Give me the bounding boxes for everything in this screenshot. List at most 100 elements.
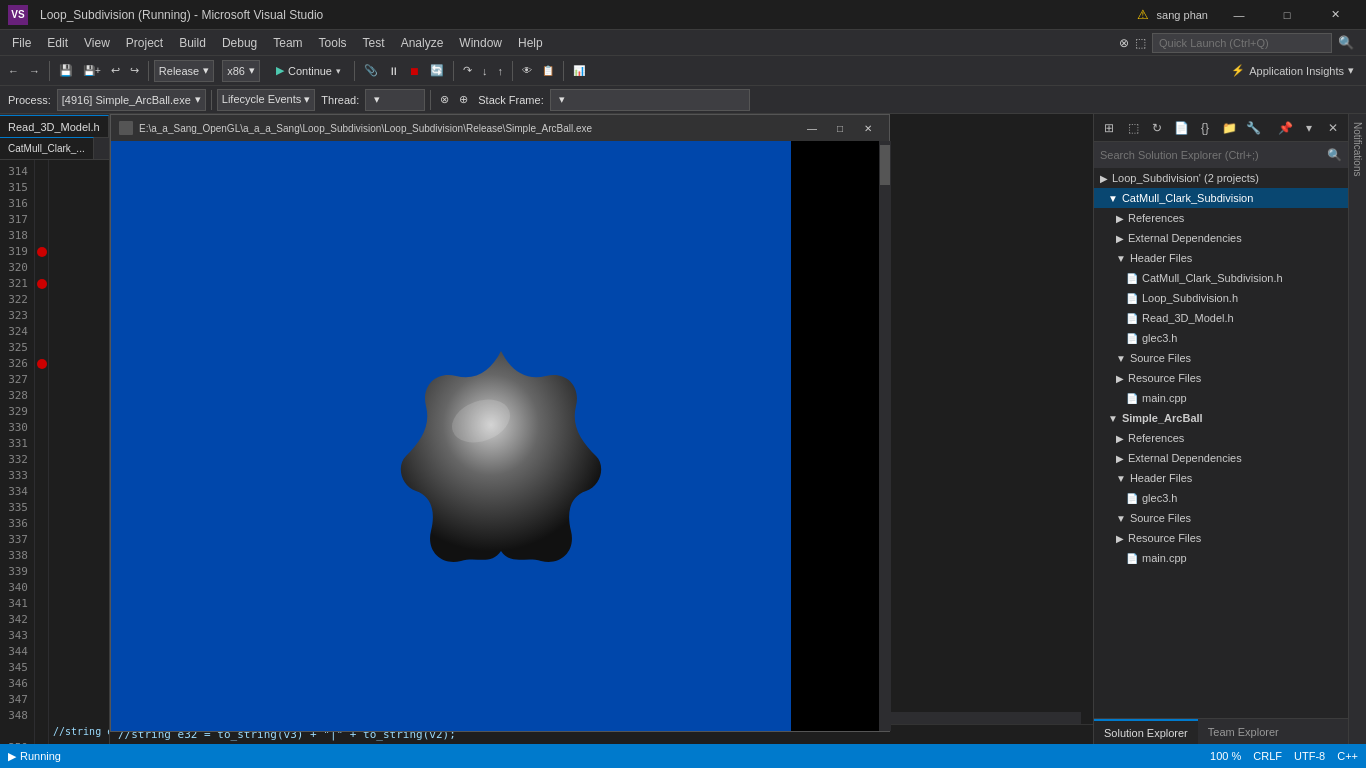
step-into-button[interactable]: ↓	[478, 59, 492, 83]
save-button[interactable]: 💾	[55, 59, 77, 83]
back-button[interactable]: ←	[4, 59, 23, 83]
se-main-cpp-2[interactable]: 📄 main.cpp	[1094, 548, 1348, 568]
minimize-button[interactable]: —	[1216, 0, 1262, 30]
se-resource-files-1[interactable]: ▶ Resource Files	[1094, 368, 1348, 388]
continue-label: Continue	[288, 65, 332, 77]
stop-button[interactable]: ⏹	[405, 59, 424, 83]
se-read3d-label: Read_3D_Model.h	[1142, 312, 1234, 324]
user-name[interactable]: sang phan	[1157, 9, 1208, 21]
se-panel-btn-4[interactable]: 📄	[1170, 117, 1192, 139]
se-references-2[interactable]: ▶ References	[1094, 428, 1348, 448]
canvas-scrollbar-thumb[interactable]	[880, 145, 890, 185]
se-references-1[interactable]: ▶ References	[1094, 208, 1348, 228]
menu-view[interactable]: View	[76, 30, 118, 56]
stack-frame-dropdown[interactable]: ▾	[550, 89, 750, 111]
se-panel-btn-5[interactable]: {}	[1194, 117, 1216, 139]
se-panel-btn-7[interactable]: 🔧	[1242, 117, 1264, 139]
se-source-files-2[interactable]: ▼ Source Files	[1094, 508, 1348, 528]
restart-button[interactable]: 🔄	[426, 59, 448, 83]
se-search-input[interactable]	[1094, 142, 1348, 168]
breakpoint-321	[35, 276, 48, 292]
menu-analyze[interactable]: Analyze	[393, 30, 452, 56]
se-ext-dep-1[interactable]: ▶ External Dependencies	[1094, 228, 1348, 248]
app-window-maximize[interactable]: □	[827, 118, 853, 138]
save-all-button[interactable]: 💾+	[79, 59, 105, 83]
se-catmull-h[interactable]: 📄 CatMull_Clark_Subdivision.h	[1094, 268, 1348, 288]
attach-button[interactable]: 📎	[360, 59, 382, 83]
se-panel-btn-2[interactable]: ⬚	[1122, 117, 1144, 139]
solution-explorer-tab[interactable]: Solution Explorer	[1094, 719, 1198, 745]
se-panel-close[interactable]: ✕	[1322, 117, 1344, 139]
se-main-cpp-1[interactable]: 📄 main.cpp	[1094, 388, 1348, 408]
menu-file[interactable]: File	[4, 30, 39, 56]
menu-team[interactable]: Team	[265, 30, 310, 56]
close-button[interactable]: ✕	[1312, 0, 1358, 30]
redo-button[interactable]: ↪	[126, 59, 143, 83]
menu-build[interactable]: Build	[171, 30, 214, 56]
team-explorer-tab[interactable]: Team Explorer	[1198, 719, 1289, 745]
locals-button[interactable]: 📋	[538, 59, 558, 83]
app-window[interactable]: E:\a_a_Sang_OpenGL\a_a_a_Sang\Loop_Subdi…	[110, 114, 890, 732]
menu-tools[interactable]: Tools	[311, 30, 355, 56]
filter-button[interactable]: ⊗	[436, 88, 453, 112]
se-panel-pin[interactable]: 📌	[1274, 117, 1296, 139]
se-panel-btn-1[interactable]: ⊞	[1098, 117, 1120, 139]
appinsights-button[interactable]: ⚡ Application Insights ▾	[1223, 59, 1362, 83]
se-glec3-h-2[interactable]: 📄 glec3.h	[1094, 488, 1348, 508]
se-header-files-2[interactable]: ▼ Header Files	[1094, 468, 1348, 488]
app-window-close[interactable]: ✕	[855, 118, 881, 138]
menu-edit[interactable]: Edit	[39, 30, 76, 56]
menu-help[interactable]: Help	[510, 30, 551, 56]
configuration-dropdown[interactable]: Release ▾	[154, 60, 214, 82]
se-panel-btn-3[interactable]: ↻	[1146, 117, 1168, 139]
status-zoom[interactable]: 100 %	[1210, 750, 1241, 762]
solution-explorer[interactable]: ▶ Loop_Subdivision' (2 projects) ▼ CatMu…	[1094, 168, 1348, 718]
se-resource-files-2[interactable]: ▶ Resource Files	[1094, 528, 1348, 548]
platform-dropdown[interactable]: x86 ▾	[222, 60, 260, 82]
status-left: ▶ Running	[8, 750, 61, 763]
step-over-button[interactable]: ↷	[459, 59, 476, 83]
se-root[interactable]: ▶ Loop_Subdivision' (2 projects)	[1094, 168, 1348, 188]
line-num-334: 334	[0, 484, 28, 500]
filter-icon: ⊗	[1119, 36, 1129, 50]
tab-catmull-clark[interactable]: CatMull_Clark_...	[0, 137, 94, 159]
menu-project[interactable]: Project	[118, 30, 171, 56]
se-panel-btn-6[interactable]: 📁	[1218, 117, 1240, 139]
menu-debug[interactable]: Debug	[214, 30, 265, 56]
notifications-label: Notifications	[1352, 122, 1363, 176]
forward-button[interactable]: →	[25, 59, 44, 83]
code-editor[interactable]: 314 315 316 317 318 319 320 321 322 323 …	[0, 160, 109, 744]
thread-filter-button[interactable]: ⊕	[455, 88, 472, 112]
se-read3d-h[interactable]: 📄 Read_3D_Model.h	[1094, 308, 1348, 328]
step-out-button[interactable]: ↑	[494, 59, 508, 83]
se-ext-dep-2[interactable]: ▶ External Dependencies	[1094, 448, 1348, 468]
quick-launch-input[interactable]	[1152, 33, 1332, 53]
pause-button[interactable]: ⏸	[384, 59, 403, 83]
se-glec3-h-1[interactable]: 📄 glec3.h	[1094, 328, 1348, 348]
process-dropdown[interactable]: [4916] Simple_ArcBall.exe ▾	[57, 89, 206, 111]
se-item-catmull[interactable]: ▼ CatMull_Clark_Subdivision	[1094, 188, 1348, 208]
se-panel-dropdown[interactable]: ▾	[1298, 117, 1320, 139]
menu-window[interactable]: Window	[451, 30, 510, 56]
se-source-files-1[interactable]: ▼ Source Files	[1094, 348, 1348, 368]
line-num-346: 346	[0, 676, 28, 692]
continue-button[interactable]: ▶ Continue ▾	[268, 59, 349, 83]
breakpoint-319	[35, 244, 48, 260]
lifecycle-dropdown[interactable]: Lifecycle Events ▾	[217, 89, 316, 111]
app-window-minimize[interactable]: —	[799, 118, 825, 138]
canvas-scrollbar[interactable]	[879, 141, 891, 731]
undo-button[interactable]: ↩	[107, 59, 124, 83]
bottom-tabs: Solution Explorer Team Explorer	[1094, 718, 1348, 744]
notifications-panel[interactable]: Notifications	[1348, 114, 1366, 744]
se-arcball[interactable]: ▼ Simple_ArcBall	[1094, 408, 1348, 428]
menu-test[interactable]: Test	[355, 30, 393, 56]
maximize-button[interactable]: □	[1264, 0, 1310, 30]
se-loop-h[interactable]: 📄 Loop_Subdivision.h	[1094, 288, 1348, 308]
perf-button[interactable]: 📊	[569, 59, 589, 83]
code-content[interactable]: //string e32...	[49, 160, 109, 744]
watch-button[interactable]: 👁	[518, 59, 536, 83]
se-header-files-1[interactable]: ▼ Header Files	[1094, 248, 1348, 268]
tab-read-3d-model[interactable]: Read_3D_Model.h	[0, 115, 109, 137]
dropdown-arrow-1: ▾	[203, 64, 209, 77]
thread-dropdown[interactable]: ▾	[365, 89, 425, 111]
